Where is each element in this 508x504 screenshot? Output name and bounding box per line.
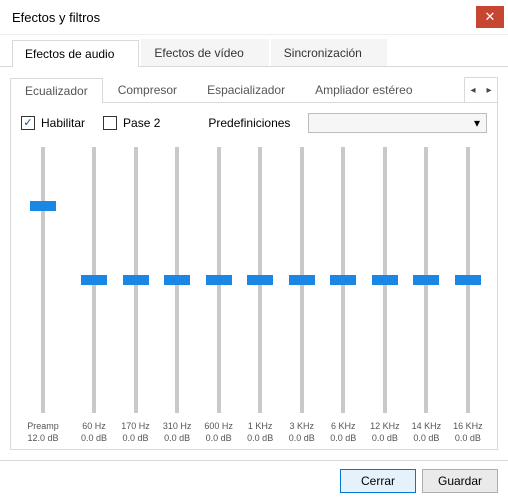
scroll-prev-icon[interactable]: ◂: [465, 85, 481, 96]
band-gain-value: 0.0 dB: [164, 433, 190, 443]
band-gain-value: 0.0 dB: [330, 433, 356, 443]
band-slider[interactable]: [92, 147, 96, 413]
titlebar: Efectos y filtros ✕: [0, 0, 508, 35]
slider-thumb[interactable]: [123, 275, 149, 285]
band-gain-value: 0.0 dB: [247, 433, 273, 443]
preset-select[interactable]: ▾: [308, 113, 487, 133]
band-slider[interactable]: [258, 147, 262, 413]
subtab-compressor[interactable]: Compresor: [103, 77, 192, 102]
tab-video-effects[interactable]: Efectos de vídeo: [141, 39, 268, 66]
chevron-down-icon: ▾: [474, 116, 480, 130]
band-freq-label: 6 KHz: [331, 421, 356, 433]
slider-thumb[interactable]: [247, 275, 273, 285]
band-freq-label: 14 KHz: [412, 421, 442, 433]
subtab-equalizer[interactable]: Ecualizador: [10, 78, 103, 103]
slider-thumb[interactable]: [372, 275, 398, 285]
enable-label: Habilitar: [41, 116, 85, 130]
band-freq-label: 12 KHz: [370, 421, 400, 433]
preamp-slider[interactable]: [41, 147, 45, 413]
eq-band: 60 Hz0.0 dB: [75, 143, 113, 443]
slider-thumb[interactable]: [413, 275, 439, 285]
pass2-label: Pase 2: [123, 116, 160, 130]
eq-band: 16 KHz0.0 dB: [449, 143, 487, 443]
preamp-value: 12.0 dB: [27, 433, 58, 443]
eq-band: 6 KHz0.0 dB: [324, 143, 362, 443]
band-slider[interactable]: [134, 147, 138, 413]
enable-checkbox[interactable]: ✓ Habilitar: [21, 116, 85, 130]
band-gain-value: 0.0 dB: [413, 433, 439, 443]
save-button[interactable]: Guardar: [422, 469, 498, 493]
slider-thumb[interactable]: [30, 201, 56, 211]
subtab-spatializer[interactable]: Espacializador: [192, 77, 300, 102]
subtab-stereo-widener[interactable]: Ampliador estéreo: [300, 77, 427, 102]
band-freq-label: 3 KHz: [289, 421, 314, 433]
bands-container: 60 Hz0.0 dB170 Hz0.0 dB310 Hz0.0 dB600 H…: [75, 143, 487, 443]
band-slider[interactable]: [300, 147, 304, 413]
band-freq-label: 1 KHz: [248, 421, 273, 433]
slider-thumb[interactable]: [206, 275, 232, 285]
eq-band: 170 Hz0.0 dB: [117, 143, 155, 443]
window-title: Efectos y filtros: [12, 10, 100, 25]
eq-band: 12 KHz0.0 dB: [366, 143, 404, 443]
band-slider[interactable]: [341, 147, 345, 413]
checkbox-icon: [103, 116, 117, 130]
close-button[interactable]: Cerrar: [340, 469, 416, 493]
preamp-label: Preamp: [27, 421, 59, 433]
eq-controls-row: ✓ Habilitar Pase 2 Predefiniciones ▾: [21, 113, 487, 133]
band-gain-value: 0.0 dB: [206, 433, 232, 443]
pass2-checkbox[interactable]: Pase 2: [103, 116, 160, 130]
equalizer-panel: ✓ Habilitar Pase 2 Predefiniciones ▾ Pre…: [10, 103, 498, 450]
slider-thumb[interactable]: [81, 275, 107, 285]
eq-band: 600 Hz0.0 dB: [200, 143, 238, 443]
slider-thumb[interactable]: [330, 275, 356, 285]
band-slider[interactable]: [217, 147, 221, 413]
preset-label: Predefiniciones: [208, 116, 290, 130]
main-tabs: Efectos de audio Efectos de vídeo Sincro…: [0, 35, 508, 67]
preamp-column: Preamp 12.0 dB: [21, 143, 65, 443]
band-slider[interactable]: [424, 147, 428, 413]
band-slider[interactable]: [175, 147, 179, 413]
eq-band: 14 KHz0.0 dB: [407, 143, 445, 443]
close-icon[interactable]: ✕: [476, 6, 504, 28]
equalizer-area: Preamp 12.0 dB 60 Hz0.0 dB170 Hz0.0 dB31…: [21, 143, 487, 443]
band-gain-value: 0.0 dB: [455, 433, 481, 443]
tab-sync[interactable]: Sincronización: [271, 39, 387, 66]
scroll-next-icon[interactable]: ▸: [481, 85, 497, 96]
band-slider[interactable]: [466, 147, 470, 413]
band-gain-value: 0.0 dB: [81, 433, 107, 443]
band-gain-value: 0.0 dB: [289, 433, 315, 443]
slider-thumb[interactable]: [289, 275, 315, 285]
eq-band: 3 KHz0.0 dB: [283, 143, 321, 443]
band-freq-label: 16 KHz: [453, 421, 483, 433]
band-freq-label: 600 Hz: [204, 421, 233, 433]
band-gain-value: 0.0 dB: [372, 433, 398, 443]
sub-tabs: Ecualizador Compresor Espacializador Amp…: [10, 77, 498, 103]
eq-band: 310 Hz0.0 dB: [158, 143, 196, 443]
band-freq-label: 170 Hz: [121, 421, 150, 433]
dialog-footer: Cerrar Guardar: [0, 460, 508, 501]
band-freq-label: 60 Hz: [82, 421, 106, 433]
eq-band: 1 KHz0.0 dB: [241, 143, 279, 443]
band-freq-label: 310 Hz: [163, 421, 192, 433]
subtab-scroll-nav: ◂ ▸: [464, 77, 498, 102]
band-gain-value: 0.0 dB: [123, 433, 149, 443]
slider-thumb[interactable]: [164, 275, 190, 285]
slider-thumb[interactable]: [455, 275, 481, 285]
checkbox-icon: ✓: [21, 116, 35, 130]
tab-audio-effects[interactable]: Efectos de audio: [12, 40, 139, 67]
band-slider[interactable]: [383, 147, 387, 413]
